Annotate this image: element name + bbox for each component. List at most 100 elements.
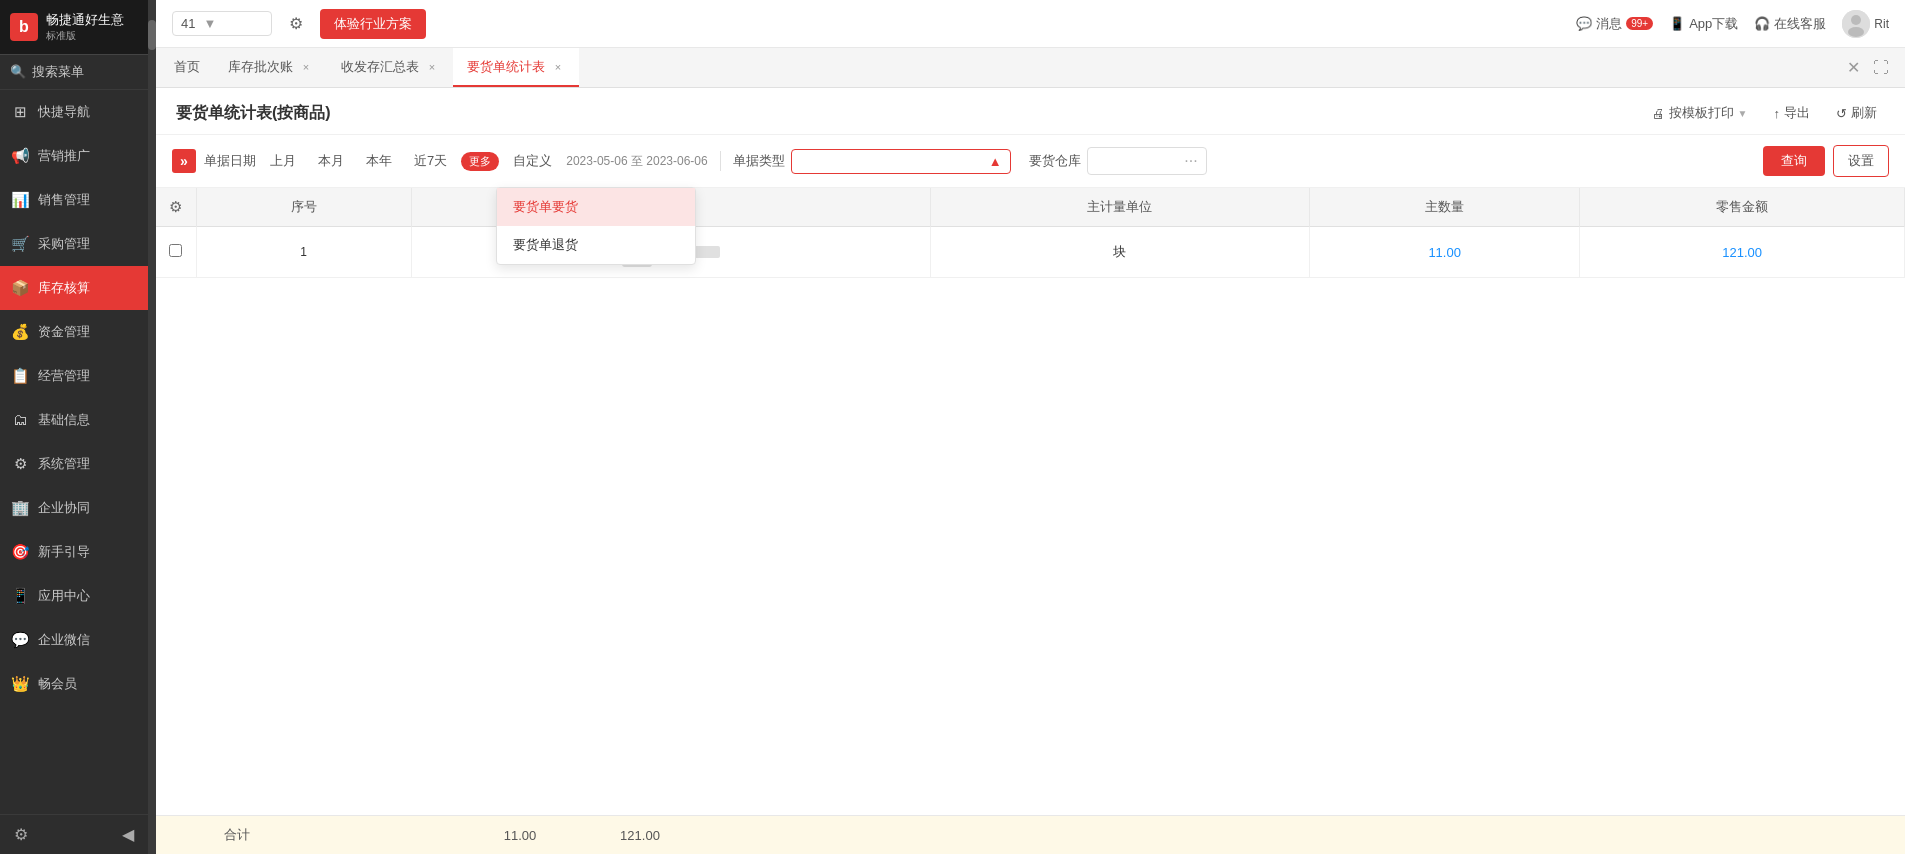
refresh-btn[interactable]: ↺ 刷新 xyxy=(1828,100,1885,126)
avatar xyxy=(1842,10,1870,38)
tab-batch-stock[interactable]: 库存批次账 × xyxy=(214,48,327,87)
sidebar-search[interactable]: 🔍 搜索菜单 xyxy=(0,55,148,90)
sidebar-item-sales[interactable]: 📊 销售管理 xyxy=(0,178,148,222)
user-profile-btn[interactable]: Rit xyxy=(1842,10,1889,38)
date-btn-last-month[interactable]: 上月 xyxy=(262,149,304,173)
refresh-icon: ↺ xyxy=(1836,106,1847,121)
app-download-btn[interactable]: 📱 App下载 xyxy=(1669,15,1738,33)
type-select[interactable]: ▲ xyxy=(791,149,1011,174)
sidebar-item-marketing[interactable]: 📢 营销推广 xyxy=(0,134,148,178)
filter-settings-button[interactable]: 设置 xyxy=(1833,145,1889,177)
sidebar-item-quick-nav[interactable]: ⊞ 快捷导航 xyxy=(0,90,148,134)
svg-point-1 xyxy=(1851,15,1861,25)
tab-collect-summary[interactable]: 收发存汇总表 × xyxy=(327,48,453,87)
sidebar-item-operations[interactable]: 📋 经营管理 xyxy=(0,354,148,398)
dropdown-item-demand-order[interactable]: 要货单要货 xyxy=(497,188,695,226)
app-center-icon: 📱 xyxy=(10,586,30,606)
dropdown-item-demand-return[interactable]: 要货单退货 xyxy=(497,226,695,264)
query-button[interactable]: 查询 xyxy=(1763,146,1825,176)
tabbar-actions: ✕ ⛶ xyxy=(1841,48,1901,87)
type-select-arrow-icon: ▲ xyxy=(989,154,1002,169)
sidebar-item-system[interactable]: ⚙ 系统管理 xyxy=(0,442,148,486)
date-more-tag[interactable]: 更多 xyxy=(461,152,499,171)
date-label: 单据日期 xyxy=(204,152,256,170)
maximize-btn[interactable]: ⛶ xyxy=(1869,56,1893,80)
tab-batch-stock-label: 库存批次账 xyxy=(228,58,293,76)
date-btn-this-month[interactable]: 本月 xyxy=(310,149,352,173)
export-label: 导出 xyxy=(1784,104,1810,122)
row-checkbox-cell[interactable] xyxy=(156,227,196,278)
col-index: 序号 xyxy=(196,188,411,227)
sidebar-item-label: 快捷导航 xyxy=(38,103,90,121)
sidebar-item-member[interactable]: 👑 畅会员 xyxy=(0,662,148,706)
message-btn[interactable]: 💬 消息 99+ xyxy=(1576,15,1653,33)
tab-demand-stats-close[interactable]: × xyxy=(551,60,565,74)
sidebar-item-app-center[interactable]: 📱 应用中心 xyxy=(0,574,148,618)
member-icon: 👑 xyxy=(10,674,30,694)
sidebar-item-label: 营销推广 xyxy=(38,147,90,165)
table-settings-col[interactable]: ⚙ xyxy=(156,188,196,227)
sidebar-item-label: 畅会员 xyxy=(38,675,77,693)
row-unit: 块 xyxy=(930,227,1310,278)
sidebar-item-wechat[interactable]: 💬 企业微信 xyxy=(0,618,148,662)
main-area: 41 ▼ ⚙ 体验行业方案 💬 消息 99+ 📱 App下载 🎧 在线客服 xyxy=(156,0,1905,854)
table-area: ⚙ 序号 商品 主计量单位 主数量 零售金额 1 xyxy=(156,188,1905,815)
marketing-icon: 📢 xyxy=(10,146,30,166)
operations-icon: 📋 xyxy=(10,366,30,386)
print-btn[interactable]: 🖨 按模板打印 ▼ xyxy=(1644,100,1756,126)
tab-collect-summary-close[interactable]: × xyxy=(425,60,439,74)
message-label: 消息 xyxy=(1596,15,1622,33)
settings-icon[interactable]: ⚙ xyxy=(14,825,28,844)
collapse-icon[interactable]: ◀ xyxy=(122,825,134,844)
tab-home[interactable]: 首页 xyxy=(160,48,214,87)
app-logo: b xyxy=(10,13,38,41)
tab-batch-stock-close[interactable]: × xyxy=(299,60,313,74)
sidebar-item-label: 企业微信 xyxy=(38,631,90,649)
page-actions: 🖨 按模板打印 ▼ ↑ 导出 ↺ 刷新 xyxy=(1644,100,1885,126)
close-all-tabs-btn[interactable]: ✕ xyxy=(1841,56,1865,80)
workspace-value: 41 xyxy=(181,16,195,31)
sidebar-item-inventory[interactable]: 📦 库存核算 xyxy=(0,266,148,310)
sidebar-item-label: 新手引导 xyxy=(38,543,90,561)
topbar-left: 41 ▼ ⚙ 体验行业方案 xyxy=(172,9,426,39)
date-btn-last-7-days[interactable]: 近7天 xyxy=(406,149,455,173)
row-retail-amount[interactable]: 121.00 xyxy=(1580,227,1905,278)
sidebar-item-guide[interactable]: 🎯 新手引导 xyxy=(0,530,148,574)
export-btn[interactable]: ↑ 导出 xyxy=(1766,100,1819,126)
row-main-qty[interactable]: 11.00 xyxy=(1310,227,1580,278)
sidebar-item-purchase[interactable]: 🛒 采购管理 xyxy=(0,222,148,266)
workspace-selector[interactable]: 41 ▼ xyxy=(172,11,272,36)
refresh-label: 刷新 xyxy=(1851,104,1877,122)
online-service-btn[interactable]: 🎧 在线客服 xyxy=(1754,15,1826,33)
quick-nav-icon: ⊞ xyxy=(10,102,30,122)
industry-btn[interactable]: 体验行业方案 xyxy=(320,9,426,39)
row-checkbox[interactable] xyxy=(169,244,182,257)
sidebar-item-label: 系统管理 xyxy=(38,455,90,473)
sidebar-scrollbar[interactable] xyxy=(148,0,156,854)
sidebar-item-basic[interactable]: 🗂 基础信息 xyxy=(0,398,148,442)
tab-demand-stats[interactable]: 要货单统计表 × xyxy=(453,48,579,87)
date-btn-this-year[interactable]: 本年 xyxy=(358,149,400,173)
sidebar-item-label: 销售管理 xyxy=(38,191,90,209)
sidebar-item-label: 应用中心 xyxy=(38,587,90,605)
column-settings-icon[interactable]: ⚙ xyxy=(169,198,182,215)
wechat-icon: 💬 xyxy=(10,630,30,650)
col-main-qty: 主数量 xyxy=(1310,188,1580,227)
sidebar-nav: ⊞ 快捷导航 📢 营销推广 📊 销售管理 🛒 采购管理 📦 库存核算 💰 资金管… xyxy=(0,90,148,814)
warehouse-select[interactable]: ··· xyxy=(1087,147,1207,175)
expand-filter-btn[interactable]: » xyxy=(172,149,196,173)
purchase-icon: 🛒 xyxy=(10,234,30,254)
svg-point-2 xyxy=(1848,27,1864,37)
search-label: 搜索菜单 xyxy=(32,63,84,81)
message-icon: 💬 xyxy=(1576,16,1592,31)
sidebar-item-enterprise[interactable]: 🏢 企业协同 xyxy=(0,486,148,530)
date-filter-group: 单据日期 上月 本月 本年 近7天 更多 自定义 2023-05-06 至 20… xyxy=(204,149,708,173)
selector-arrow-icon: ▼ xyxy=(203,16,216,31)
date-custom-btn[interactable]: 自定义 xyxy=(505,149,560,173)
system-icon: ⚙ xyxy=(10,454,30,474)
topbar-gear-button[interactable]: ⚙ xyxy=(282,10,310,38)
enterprise-icon: 🏢 xyxy=(10,498,30,518)
page-header: 要货单统计表(按商品) 🖨 按模板打印 ▼ ↑ 导出 ↺ 刷新 xyxy=(156,88,1905,135)
sidebar-item-finance[interactable]: 💰 资金管理 xyxy=(0,310,148,354)
export-icon: ↑ xyxy=(1774,106,1781,121)
